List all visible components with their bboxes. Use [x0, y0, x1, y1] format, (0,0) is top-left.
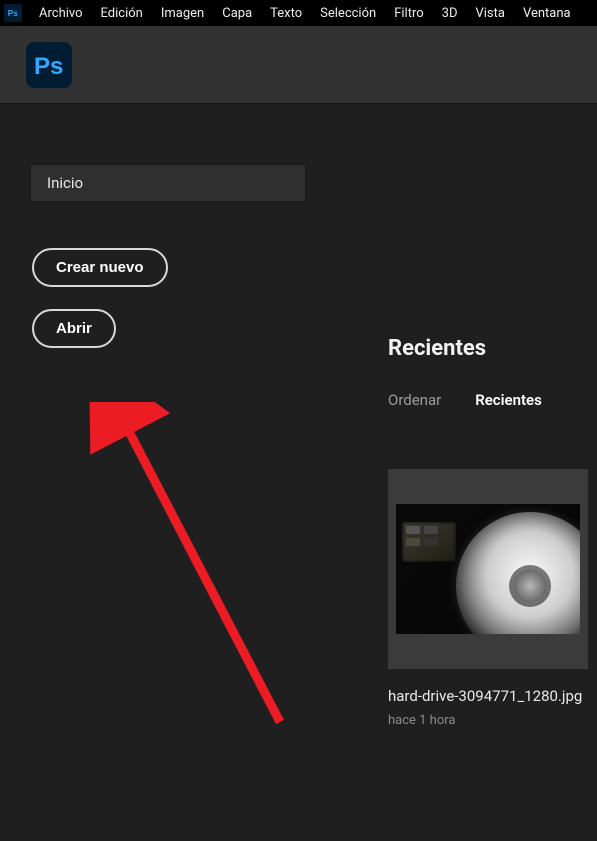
menu-item-ventana[interactable]: Ventana [514, 3, 580, 24]
recents-panel: Recientes Ordenar Recientes hard-drive-3… [388, 336, 597, 728]
home-content: Inicio Crear nuevo Abrir Recientes Orden… [0, 164, 597, 841]
recents-heading: Recientes [388, 336, 597, 361]
file-time: hace 1 hora [388, 713, 588, 728]
sort-row: Ordenar Recientes [388, 391, 597, 409]
recent-file-card[interactable]: hard-drive-3094771_1280.jpg hace 1 hora [388, 469, 588, 728]
sort-value[interactable]: Recientes [475, 391, 542, 409]
home-actions: Crear nuevo Abrir [32, 248, 597, 348]
menu-item-texto[interactable]: Texto [261, 3, 311, 24]
menu-item-capa[interactable]: Capa [213, 3, 261, 24]
thumbnail-frame [388, 469, 588, 669]
open-button[interactable]: Abrir [32, 309, 116, 348]
hard-drive-thumbnail-icon [396, 504, 580, 634]
home-tab-field[interactable]: Inicio [30, 164, 306, 202]
annotation-arrow-icon [40, 402, 320, 752]
photoshop-small-icon: Ps [4, 4, 22, 22]
menu-item-seleccion[interactable]: Selección [311, 3, 385, 24]
menu-item-vista[interactable]: Vista [466, 3, 513, 24]
menu-item-3d[interactable]: 3D [433, 3, 467, 24]
sort-label[interactable]: Ordenar [388, 391, 441, 409]
svg-text:Ps: Ps [34, 53, 63, 80]
menu-item-archivo[interactable]: Archivo [30, 3, 92, 24]
menubar: Ps Archivo Edición Imagen Capa Texto Sel… [0, 0, 597, 26]
menu-item-edicion[interactable]: Edición [92, 3, 152, 24]
app-header: Ps [0, 26, 597, 104]
photoshop-logo-icon: Ps [26, 42, 72, 88]
file-name: hard-drive-3094771_1280.jpg [388, 687, 588, 705]
menu-item-imagen[interactable]: Imagen [152, 3, 213, 24]
create-new-button[interactable]: Crear nuevo [32, 248, 168, 287]
home-tab-label: Inicio [47, 174, 83, 192]
svg-text:Ps: Ps [8, 9, 18, 18]
menu-item-filtro[interactable]: Filtro [385, 3, 432, 24]
